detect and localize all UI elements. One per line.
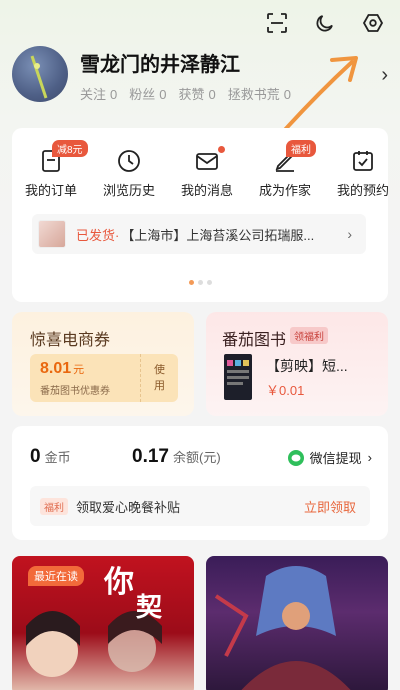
book-cover-art: 你 契 <box>26 565 163 677</box>
book-promo-title: 番茄图书 <box>222 332 287 349</box>
svg-text:契: 契 <box>135 593 163 623</box>
claim-button[interactable]: 立即领取 <box>304 497 356 516</box>
stat-following[interactable]: 关注 0 <box>80 84 117 103</box>
coupon-amount: 8.01 元 <box>40 360 85 377</box>
shipment-status: 已发货· <box>76 227 120 243</box>
calendar-icon <box>350 148 376 174</box>
carousel-dots <box>12 280 388 285</box>
username: 雪龙门的井泽静江 <box>80 54 240 76</box>
menu-label: 成为作家 <box>258 183 311 198</box>
menu-item-reservation[interactable]: 我的预约 <box>324 148 400 199</box>
clock-icon <box>116 148 142 174</box>
menu-item-author[interactable]: 福利 成为作家 <box>246 140 324 199</box>
unread-dot <box>218 146 225 153</box>
carousel-dot <box>188 280 194 285</box>
coins-display[interactable]: 0 金币 <box>30 446 71 468</box>
carousel-dot <box>197 280 203 285</box>
book-tile-recent[interactable]: 最近在读 你 契 <box>12 556 194 690</box>
stat-rescue[interactable]: 拯救书荒 0 <box>228 84 291 103</box>
menu-label: 我的订单 <box>24 183 77 198</box>
welfare-tag: 福利 <box>40 497 68 515</box>
product-thumbnail <box>38 220 66 248</box>
chevron-right-icon: › <box>347 226 352 242</box>
book-cover-art <box>214 566 351 690</box>
book-cover <box>224 354 252 400</box>
coupon-card[interactable]: 惊喜电商券 8.01 元 番茄图书优惠券 使用 <box>12 312 194 416</box>
menu-label: 我的消息 <box>180 183 233 198</box>
menu-card: 减8元 我的订单 浏览历史 我的消息 福利 成为作家 我的预约 已发货· 【上海… <box>12 128 389 302</box>
wallet-card: 0 金币 0.17 余额(元) 微信提现 › 福利 领取爱心晚餐补贴 立即领取 <box>12 426 388 540</box>
welfare-badge: 福利 <box>286 140 316 157</box>
welfare-tag: 领福利 <box>290 327 328 344</box>
coupon-ticket[interactable]: 8.01 元 番茄图书优惠券 使用 <box>30 354 178 402</box>
discount-badge: 减8元 <box>52 140 88 157</box>
menu-label: 我的预约 <box>336 183 389 198</box>
balance-display[interactable]: 0.17 余额(元) <box>132 446 221 468</box>
carousel-dot <box>206 280 212 285</box>
avatar[interactable] <box>12 46 68 102</box>
book-name: 【剪映】短... <box>266 358 348 374</box>
welfare-row[interactable]: 福利 领取爱心晚餐补贴 立即领取 <box>30 486 370 526</box>
coupon-desc: 番茄图书优惠券 <box>40 386 110 397</box>
menu-label: 浏览历史 <box>102 183 155 198</box>
book-price: ￥0.01 <box>266 383 305 398</box>
stat-likes[interactable]: 获赞 0 <box>179 84 216 103</box>
svg-text:你: 你 <box>103 565 134 600</box>
profile-stats: 关注 0 粉丝 0 获赞 0 拯救书荒 0 <box>80 84 291 103</box>
shipment-notice[interactable]: 已发货· 【上海市】上海苔溪公司拓瑞服... › <box>32 214 366 254</box>
menu-item-orders[interactable]: 减8元 我的订单 <box>12 140 90 199</box>
mail-icon <box>194 148 220 174</box>
shipment-text: 【上海市】上海苔溪公司拓瑞服... <box>121 227 315 243</box>
coupon-title: 惊喜电商券 <box>30 332 111 349</box>
wechat-icon <box>287 449 304 466</box>
wechat-withdraw-button[interactable]: 微信提现 › <box>287 448 372 467</box>
book-promo-card[interactable]: 番茄图书 领福利 【剪映】短... ￥0.01 <box>206 312 388 416</box>
welfare-text: 领取爱心晚餐补贴 <box>76 499 181 515</box>
stat-fans[interactable]: 粉丝 0 <box>129 84 166 103</box>
profile-header[interactable]: 雪龙门的井泽静江 关注 0 粉丝 0 获赞 0 拯救书荒 0 › <box>12 46 388 110</box>
menu-item-messages[interactable]: 我的消息 <box>168 146 246 199</box>
use-coupon-button[interactable]: 使用 <box>140 354 178 402</box>
chevron-right-icon[interactable]: › <box>381 64 388 87</box>
chevron-right-icon: › <box>367 450 372 465</box>
menu-item-history[interactable]: 浏览历史 <box>90 148 168 199</box>
book-tile[interactable] <box>206 556 388 690</box>
